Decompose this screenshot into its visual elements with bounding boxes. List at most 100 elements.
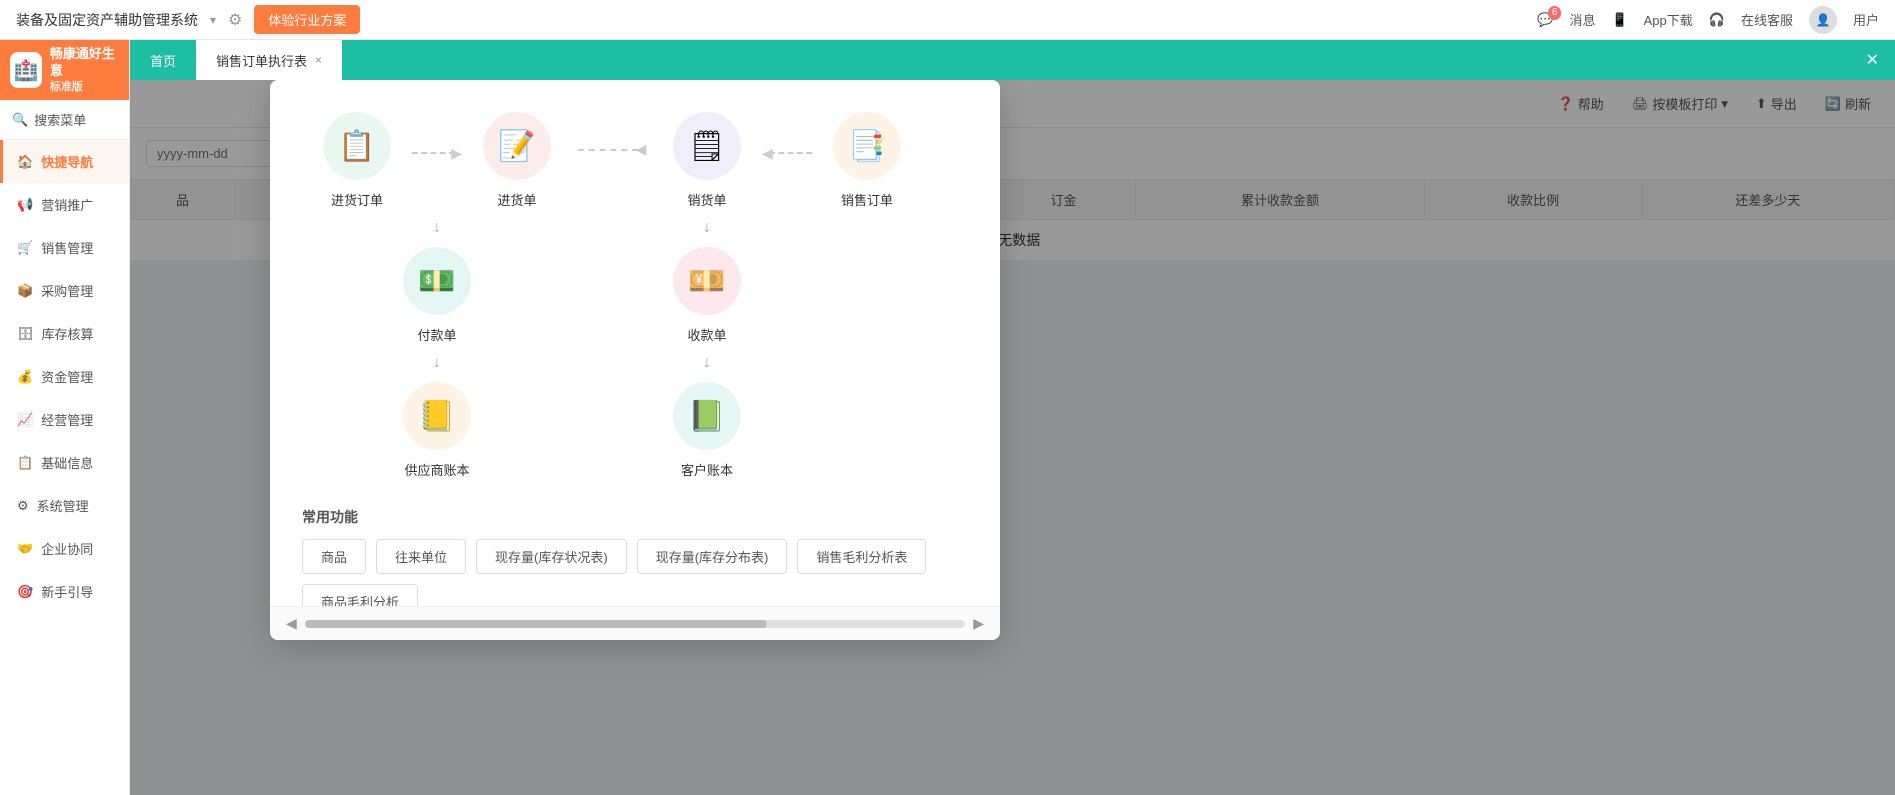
header-left: 装备及固定资产辅助管理系统 ▾ ⚙ 体验行业方案 bbox=[16, 5, 360, 34]
receipt-circle: 💴 bbox=[673, 247, 741, 315]
sidebar-item-quick[interactable]: 🏠 快捷导航 bbox=[0, 140, 129, 183]
func-sales-profit-btn[interactable]: 销售毛利分析表 bbox=[797, 539, 926, 574]
marketing-icon: 📢 bbox=[17, 197, 33, 213]
scrollbar-thumb bbox=[305, 620, 767, 628]
sidebar-item-basic[interactable]: 📋 基础信息 bbox=[0, 441, 129, 484]
tab-bar: 首页 销售订单执行表 × ✕ bbox=[130, 40, 1895, 80]
sidebar-item-sales[interactable]: 🛒 销售管理 bbox=[0, 226, 129, 269]
sidebar-item-inventory[interactable]: 🗄 库存核算 bbox=[0, 312, 129, 355]
payment-node: 💵 付款单 bbox=[395, 239, 479, 352]
scroll-right-arrow[interactable]: ▶ bbox=[973, 615, 984, 632]
customer-account-circle: 📗 bbox=[673, 382, 741, 450]
content-inner: ❓ 帮助 🖨 按模板打印 ▾ ⬆ 导出 🔄 刷新 bbox=[130, 80, 1895, 795]
sidebar: 🏥 畅康通好生意 标准版 🔍 搜索菜单 🏠 快捷导航 📢 营销推广 🛒 销售管理… bbox=[0, 40, 130, 795]
search-menu-item[interactable]: 🔍 搜索菜单 bbox=[0, 100, 129, 140]
app-download-icon[interactable]: 📱 bbox=[1611, 12, 1627, 28]
arrow-po-to-pb: ▶ bbox=[412, 145, 462, 176]
func-buttons-row1: 商品 往来单位 现存量(库存状况表) 现存量(库存分布表) 销售毛利分析表 商品… bbox=[302, 539, 968, 606]
tab-sales-order[interactable]: 销售订单执行表 × bbox=[196, 40, 342, 80]
payment-label: 付款单 bbox=[417, 325, 456, 344]
supplier-account-label: 供应商账本 bbox=[404, 460, 469, 479]
inventory-icon: 🗄 bbox=[17, 326, 34, 342]
arrow-down-sb: ↓ bbox=[703, 217, 711, 239]
user-name-label: 用户 bbox=[1853, 10, 1879, 29]
purchase-bill-label: 进货单 bbox=[497, 190, 536, 209]
logo-icon: 🏥 bbox=[10, 52, 42, 88]
purchase-order-circle: 📋 bbox=[323, 112, 391, 180]
customer-account-node: 📗 客户账本 bbox=[665, 374, 749, 487]
sidebar-item-marketing[interactable]: 📢 营销推广 bbox=[0, 183, 129, 226]
message-badge: 6 bbox=[1548, 6, 1562, 20]
func-product-profit-btn[interactable]: 商品毛利分析 bbox=[302, 584, 418, 606]
gear-settings-icon[interactable]: ⚙ bbox=[228, 10, 242, 30]
system-icon: ⚙ bbox=[17, 498, 29, 514]
sidebar-item-system[interactable]: ⚙ 系统管理 bbox=[0, 484, 129, 527]
popup-scrollbar: ◀ ▶ bbox=[270, 606, 1000, 640]
sidebar-item-finance[interactable]: 💰 资金管理 bbox=[0, 355, 129, 398]
sidebar-item-purchase[interactable]: 📦 采购管理 bbox=[0, 269, 129, 312]
sales-order-circle: 📑 bbox=[833, 112, 901, 180]
online-service-label[interactable]: 在线客服 bbox=[1741, 10, 1793, 29]
func-stock-dist-btn[interactable]: 现存量(库存分布表) bbox=[637, 539, 788, 574]
enterprise-icon: 🤝 bbox=[17, 541, 33, 557]
app-download-label[interactable]: App下载 bbox=[1644, 10, 1693, 29]
experience-button[interactable]: 体验行业方案 bbox=[254, 5, 360, 34]
overlay[interactable]: 📋 进货订单 ▶ 📝 进货单 bbox=[130, 80, 1895, 795]
sales-icon: 🛒 bbox=[17, 240, 33, 256]
popup-body: 📋 进货订单 ▶ 📝 进货单 bbox=[270, 80, 1000, 606]
sidebar-item-operations[interactable]: 📈 经营管理 bbox=[0, 398, 129, 441]
sidebar-item-guide[interactable]: 🎯 新手引导 bbox=[0, 570, 129, 613]
arrow-down-pay: ↓ bbox=[433, 352, 441, 374]
func-product-btn[interactable]: 商品 bbox=[302, 539, 366, 574]
sidebar-item-enterprise[interactable]: 🤝 企业协同 bbox=[0, 527, 129, 570]
purchase-bill-circle: 📝 bbox=[483, 112, 551, 180]
sales-bill-label: 销货单 bbox=[687, 190, 726, 209]
close-all-tabs-icon[interactable]: ✕ bbox=[1866, 50, 1895, 70]
common-functions-title: 常用功能 bbox=[302, 507, 968, 527]
purchase-order-node: 📋 进货订单 bbox=[315, 104, 399, 217]
spacer-mid: ◀ bbox=[572, 141, 652, 180]
basic-icon: 📋 bbox=[17, 455, 33, 471]
search-icon: 🔍 bbox=[12, 112, 28, 128]
operations-icon: 📈 bbox=[17, 412, 33, 428]
popup-dialog: 📋 进货订单 ▶ 📝 进货单 bbox=[270, 80, 1000, 640]
logo-area: 🏥 畅康通好生意 标准版 bbox=[0, 40, 129, 100]
top-header: 装备及固定资产辅助管理系统 ▾ ⚙ 体验行业方案 💬 6 消息 📱 App下载 … bbox=[0, 0, 1895, 40]
avatar[interactable]: 👤 bbox=[1809, 6, 1837, 34]
online-service-icon[interactable]: 🎧 bbox=[1709, 12, 1725, 28]
purchase-order-label: 进货订单 bbox=[331, 190, 383, 209]
common-functions: 常用功能 商品 往来单位 现存量(库存状况表) 现存量(库存分布表) 销售毛利分… bbox=[302, 507, 968, 606]
purchase-bill-node: 📝 进货单 bbox=[475, 104, 559, 217]
main-container: 🏥 畅康通好生意 标准版 🔍 搜索菜单 🏠 快捷导航 📢 营销推广 🛒 销售管理… bbox=[0, 40, 1895, 795]
sales-bill-circle: 🗒 bbox=[673, 112, 741, 180]
message-icon-wrapper[interactable]: 💬 6 bbox=[1537, 12, 1553, 28]
sales-bill-node: 🗒 销货单 bbox=[665, 104, 749, 217]
arrow-down-rec: ↓ bbox=[703, 352, 711, 374]
arrow-so-to-sb: ◀ bbox=[762, 145, 812, 176]
receipt-label: 收款单 bbox=[687, 325, 726, 344]
arrow-down-pb: ↓ bbox=[433, 217, 441, 239]
tab-close-icon[interactable]: × bbox=[315, 53, 322, 67]
content-area: 首页 销售订单执行表 × ✕ ❓ 帮助 🖨 按模板打印 ▾ bbox=[130, 40, 1895, 795]
scroll-left-arrow[interactable]: ◀ bbox=[286, 615, 297, 632]
func-stock-status-btn[interactable]: 现存量(库存状况表) bbox=[476, 539, 627, 574]
payment-circle: 💵 bbox=[403, 247, 471, 315]
logo-text: 畅康通好生意 标准版 bbox=[50, 46, 119, 94]
flow-diagram: 📋 进货订单 ▶ 📝 进货单 bbox=[302, 104, 968, 487]
tab-home[interactable]: 首页 bbox=[130, 40, 196, 80]
scrollbar-track[interactable] bbox=[305, 620, 965, 628]
supplier-account-node: 📒 供应商账本 bbox=[395, 374, 479, 487]
supplier-account-circle: 📒 bbox=[403, 382, 471, 450]
sales-order-label: 销售订单 bbox=[841, 190, 893, 209]
func-partner-btn[interactable]: 往来单位 bbox=[376, 539, 466, 574]
customer-account-label: 客户账本 bbox=[681, 460, 733, 479]
receipt-node: 💴 收款单 bbox=[665, 239, 749, 352]
dropdown-arrow-icon[interactable]: ▾ bbox=[210, 13, 216, 27]
app-title: 装备及固定资产辅助管理系统 bbox=[16, 10, 198, 30]
header-right: 💬 6 消息 📱 App下载 🎧 在线客服 👤 用户 bbox=[1537, 6, 1879, 34]
finance-icon: 💰 bbox=[17, 369, 33, 385]
guide-icon: 🎯 bbox=[17, 584, 33, 600]
home-icon: 🏠 bbox=[17, 154, 33, 170]
message-label: 消息 bbox=[1569, 10, 1595, 29]
sales-order-node: 📑 销售订单 bbox=[825, 104, 909, 217]
